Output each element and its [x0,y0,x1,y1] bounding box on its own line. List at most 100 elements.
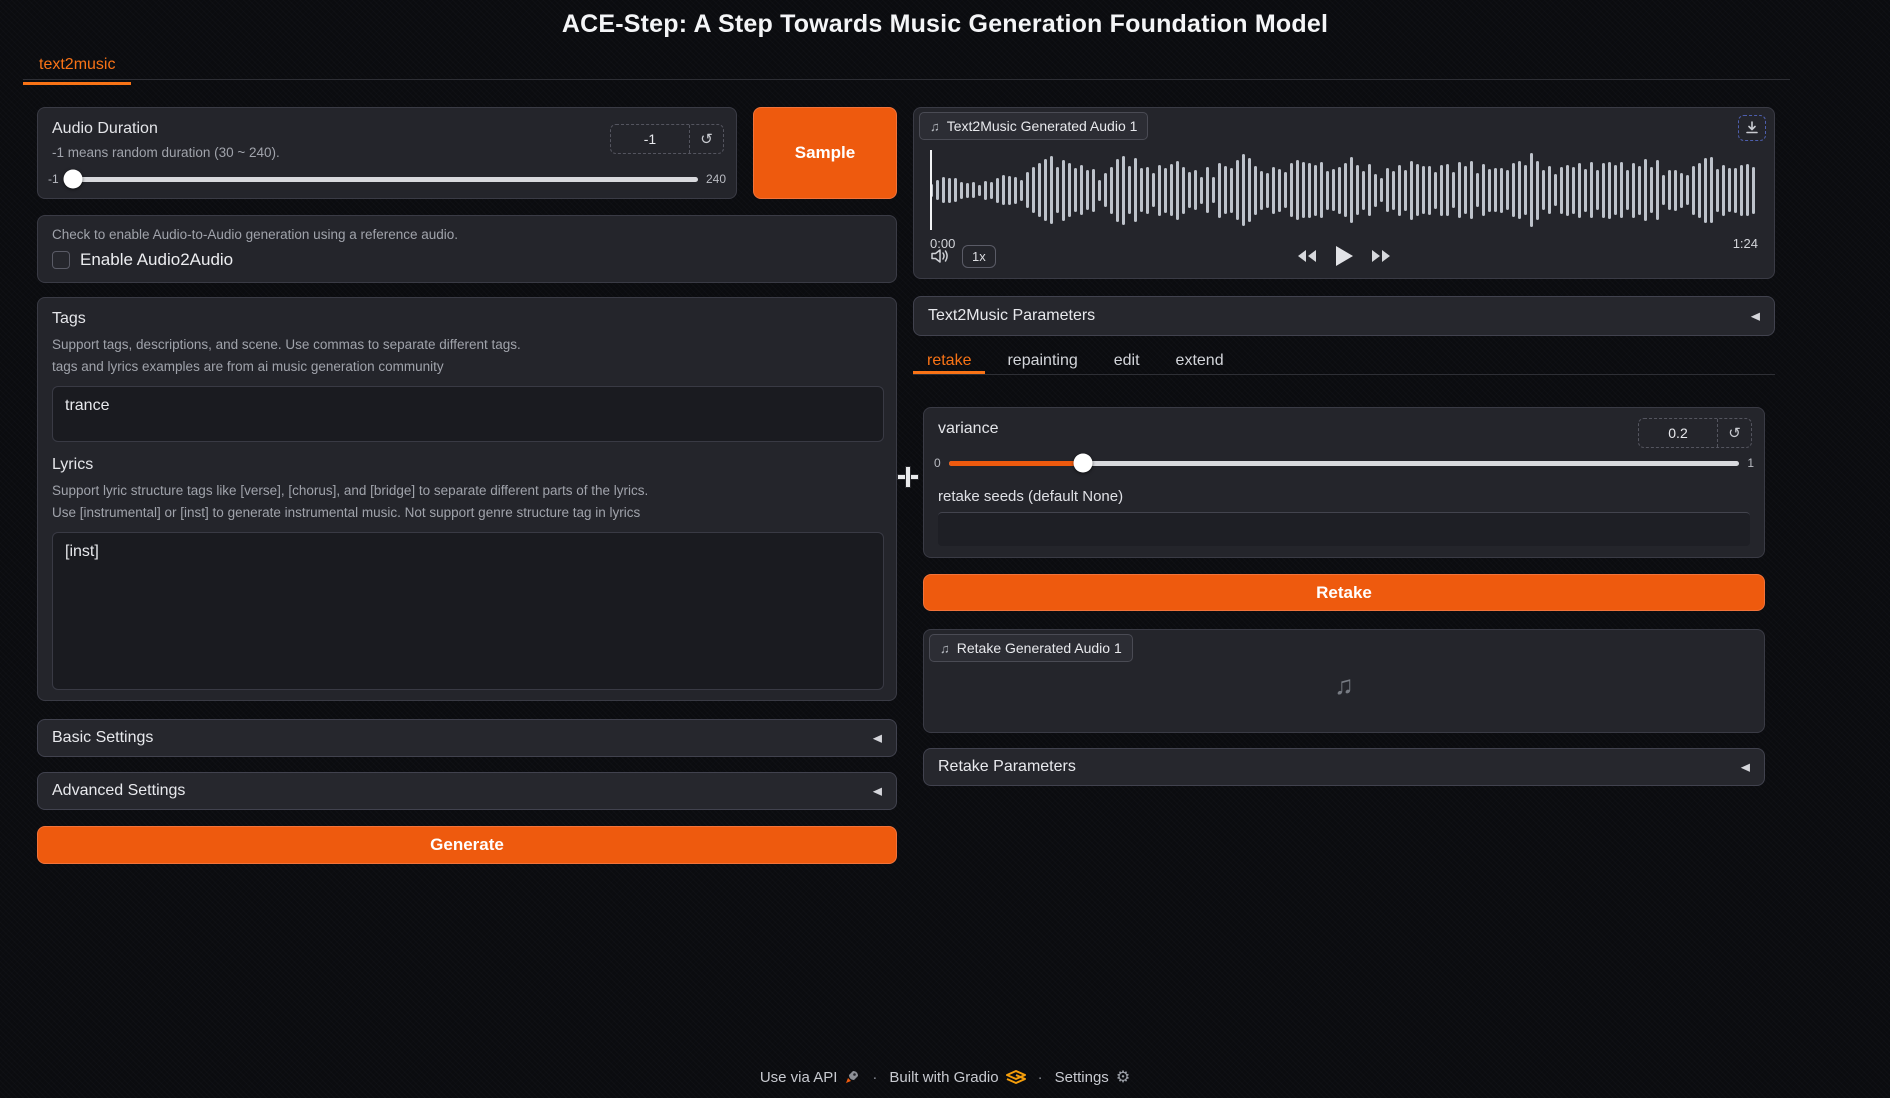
waveform-bar [1254,165,1257,215]
collapse-arrow-icon: ◀ [1740,760,1750,774]
tab-repainting[interactable]: repainting [993,352,1091,374]
waveform-bar [1272,166,1275,214]
lyrics-info-1: Support lyric structure tags like [verse… [52,483,649,498]
player-controls: 1x [930,242,1758,270]
waveform-bar [1344,163,1347,217]
waveform-bar [1392,170,1395,210]
waveform-bar [1506,170,1509,210]
advanced-settings-accordion[interactable]: Advanced Settings ◀ [37,772,897,810]
sample-button[interactable]: Sample [753,107,897,199]
param-tabbar: retake repainting edit extend [913,352,1775,375]
t2m-parameters-accordion[interactable]: Text2Music Parameters ◀ [913,296,1775,336]
waveform-bar [1260,170,1263,210]
settings-link[interactable]: Settings ⚙ [1055,1067,1131,1087]
tags-input[interactable]: trance [52,386,884,442]
waveform-bar [1134,158,1137,222]
page-title: ACE-Step: A Step Towards Music Generatio… [561,10,1329,38]
waveform-bar [1500,167,1503,213]
waveform-bar [1626,170,1629,210]
waveform-bar [1434,171,1437,209]
audio-duration-value-input[interactable]: -1 [611,125,689,153]
waveform-bar [1218,162,1221,218]
waveform-bar [1128,166,1131,214]
tab-extend[interactable]: extend [1162,352,1238,374]
audio-duration-slider-handle[interactable] [63,169,83,189]
variance-value-input[interactable]: 0.2 [1639,419,1717,447]
waveform-bar [1116,158,1119,222]
tab-retake[interactable]: retake [913,352,986,374]
waveform-bar [1302,162,1305,218]
waveform-bar [1284,172,1287,208]
waveform-bar [1110,166,1113,214]
slider-min-label: 0 [934,456,941,470]
play-button[interactable] [1333,244,1355,268]
t2m-audio-player: ♫ Text2Music Generated Audio 1 0:00 1:24 [913,107,1775,279]
waveform-bar [1230,167,1233,213]
audio2audio-info: Check to enable Audio-to-Audio generatio… [52,227,459,242]
tags-label: Tags [52,310,86,327]
waveform-bar [1476,173,1479,207]
waveform-bar [1074,168,1077,212]
waveform-bar [1734,167,1737,213]
audio-duration-slider[interactable] [63,169,698,189]
empty-audio-note-icon: ♫ [1334,669,1354,700]
waveform-bar [1746,164,1749,216]
tags-info-1: Support tags, descriptions, and scene. U… [52,337,521,352]
waveform-bar [1026,172,1029,208]
fast-forward-button[interactable] [1369,248,1393,264]
tab-edit[interactable]: edit [1100,352,1154,374]
waveform-bar [1680,172,1683,208]
waveform-bar [1320,162,1323,218]
slider-fill [948,460,1084,466]
download-button[interactable] [1738,115,1766,141]
waveform-bar [1308,162,1311,218]
waveform-bar [1020,179,1023,201]
basic-settings-label: Basic Settings [52,729,154,746]
built-with-gradio-label: Built with Gradio [889,1068,999,1086]
waveform-bar [1338,166,1341,214]
reset-icon[interactable]: ↺ [689,125,723,153]
waveform[interactable] [930,148,1758,232]
waveform-bar [1158,164,1161,216]
retake-seeds-input[interactable] [938,512,1750,546]
retake-audio-player: ♫ Retake Generated Audio 1 ♫ [923,629,1765,733]
footer-separator: · [1037,1068,1043,1086]
waveform-bar [1446,164,1449,216]
volume-icon[interactable] [930,247,950,265]
rocket-icon [846,1071,859,1083]
playhead [930,150,932,230]
waveform-bar [1524,165,1527,215]
waveform-bar [1554,174,1557,206]
waveform-bar [1032,167,1035,213]
collapse-arrow-icon: ◀ [872,731,882,745]
waveform-bar [1044,159,1047,221]
waveform-bar [996,177,999,203]
waveform-bar [1566,164,1569,216]
variance-slider-handle[interactable] [1073,453,1093,473]
waveform-bar [1692,165,1695,215]
waveform-bar [1494,168,1497,212]
waveform-bar [1176,160,1179,220]
retake-seeds-label: retake seeds (default None) [938,488,1124,505]
generate-button[interactable]: Generate [37,826,897,864]
built-with-gradio-link[interactable]: Built with Gradio [889,1068,1026,1086]
enable-audio2audio-checkbox[interactable] [52,251,70,269]
lyrics-input[interactable]: [inst] [52,532,884,690]
enable-audio2audio-label[interactable]: Enable Audio2Audio [80,250,233,270]
duration-row: Audio Duration -1 means random duration … [37,107,897,199]
main-tabbar: text2music [23,52,1790,85]
waveform-bar [942,177,945,203]
waveform-bar [1542,170,1545,210]
waveform-bar [1644,159,1647,221]
waveform-bar [1374,173,1377,207]
variance-slider[interactable] [948,453,1740,473]
retake-button[interactable]: Retake [923,574,1765,611]
reset-icon[interactable]: ↺ [1717,419,1751,447]
use-via-api-link[interactable]: Use via API [760,1069,861,1086]
retake-parameters-accordion[interactable]: Retake Parameters ◀ [923,748,1765,786]
playback-speed-button[interactable]: 1x [962,244,996,268]
rewind-button[interactable] [1295,248,1319,264]
waveform-bar [1662,175,1665,205]
basic-settings-accordion[interactable]: Basic Settings ◀ [37,719,897,757]
tab-text2music[interactable]: text2music [23,52,132,85]
